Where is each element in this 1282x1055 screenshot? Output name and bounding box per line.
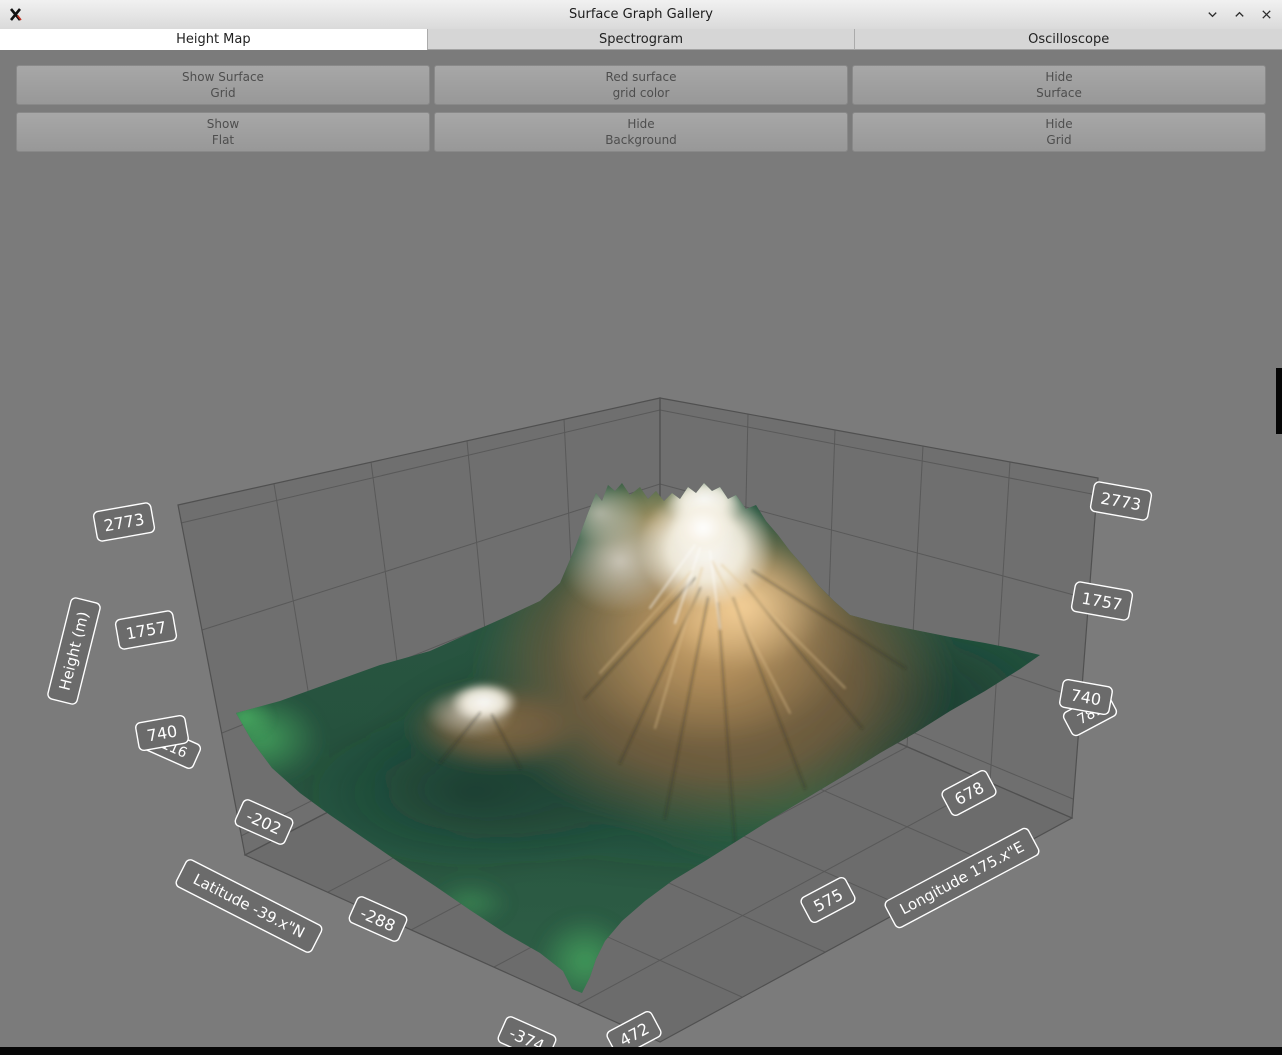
button-label: Surface — [1036, 85, 1082, 101]
titlebar[interactable]: Surface Graph Gallery — [0, 0, 1282, 30]
hide-grid-button[interactable]: Hide Grid — [852, 112, 1266, 152]
tab-height-map[interactable]: Height Map — [0, 29, 427, 50]
button-label: Hide — [627, 116, 654, 132]
height-tick-1757-left: 1757 — [115, 610, 177, 650]
bottom-edge-strip — [0, 1047, 1282, 1055]
tab-bar: Height Map Spectrogram Oscilloscope — [0, 29, 1282, 50]
app-window: Surface Graph Gallery Height Map Spectro… — [0, 0, 1282, 1055]
maximize-button[interactable] — [1231, 7, 1247, 23]
tab-spectrogram[interactable]: Spectrogram — [427, 29, 855, 50]
button-label: Flat — [212, 132, 234, 148]
button-label: Grid — [1046, 132, 1071, 148]
hide-background-button[interactable]: Hide Background — [434, 112, 848, 152]
toolbar: Show Surface Grid Red surface grid color… — [0, 50, 1282, 153]
window-controls — [1204, 0, 1274, 29]
chevron-down-icon — [1206, 8, 1219, 21]
chevron-up-icon — [1233, 8, 1246, 21]
button-label: Hide — [1045, 69, 1072, 85]
button-label: grid color — [613, 85, 670, 101]
svg-text:Height (m): Height (m) — [56, 610, 93, 693]
window-icon — [7, 6, 25, 24]
close-x-icon — [1260, 8, 1273, 21]
surface-plot-area[interactable]: Height (m) 2773 1757 -116 740 2773 — [0, 153, 1282, 1055]
hide-surface-button[interactable]: Hide Surface — [852, 65, 1266, 105]
button-label: Grid — [210, 85, 235, 101]
show-surface-grid-button[interactable]: Show Surface Grid — [16, 65, 430, 105]
svg-text:Latitude -39.x"N: Latitude -39.x"N — [190, 870, 308, 942]
button-label: Background — [605, 132, 677, 148]
button-label: Red surface — [606, 69, 677, 85]
height-tick-2773-left: 2773 — [93, 502, 155, 542]
minimize-button[interactable] — [1204, 7, 1220, 23]
button-label: Show Surface — [182, 69, 264, 85]
height-tick-2773-right: 2773 — [1090, 481, 1152, 521]
red-surface-grid-color-button[interactable]: Red surface grid color — [434, 65, 848, 105]
button-label: Hide — [1045, 116, 1072, 132]
surface-graph: Height (m) 2773 1757 -116 740 2773 — [0, 153, 1282, 1055]
button-label: Show — [207, 116, 239, 132]
right-edge-strip — [1276, 368, 1282, 434]
window-title: Surface Graph Gallery — [0, 7, 1282, 22]
show-flat-button[interactable]: Show Flat — [16, 112, 430, 152]
height-axis-title: Height (m) — [47, 597, 101, 705]
tab-oscilloscope[interactable]: Oscilloscope — [854, 29, 1282, 50]
close-button[interactable] — [1258, 7, 1274, 23]
